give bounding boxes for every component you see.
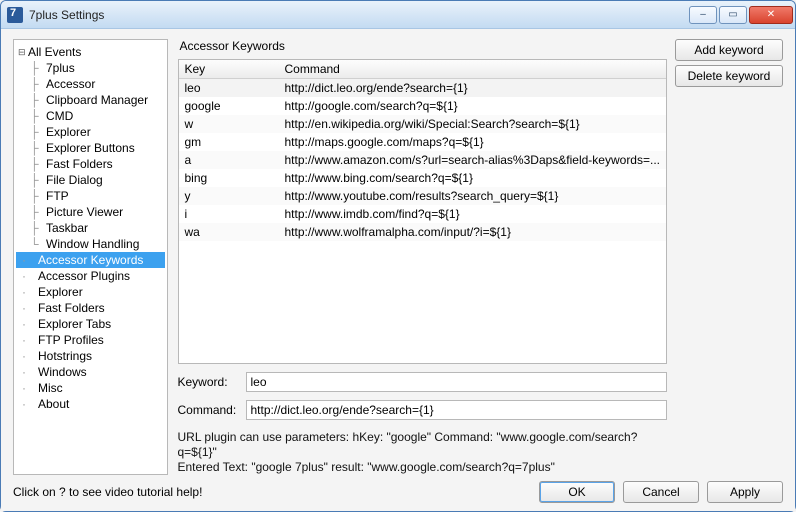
- cell-command: http://www.amazon.com/s?url=search-alias…: [285, 153, 661, 167]
- dialog-actions: OK Cancel Apply: [539, 481, 783, 503]
- window-title: 7plus Settings: [29, 8, 687, 22]
- help-hint: Click on ? to see video tutorial help!: [13, 485, 539, 499]
- ok-button[interactable]: OK: [539, 481, 615, 503]
- cell-command: http://www.bing.com/search?q=${1}: [285, 171, 661, 185]
- header-command[interactable]: Command: [285, 62, 661, 76]
- table-row[interactable]: ahttp://www.amazon.com/s?url=search-alia…: [179, 151, 667, 169]
- cell-key: bing: [185, 171, 285, 185]
- hint-text: URL plugin can use parameters: hKey: "go…: [178, 430, 668, 475]
- tree-item[interactable]: · Windows: [16, 364, 165, 380]
- tree-item[interactable]: · Explorer Tabs: [16, 316, 165, 332]
- tree-child[interactable]: ├ Explorer Buttons: [16, 140, 165, 156]
- cell-key: a: [185, 153, 285, 167]
- keyword-row: Keyword:: [178, 372, 668, 392]
- cell-command: http://maps.google.com/maps?q=${1}: [285, 135, 661, 149]
- cell-key: i: [185, 207, 285, 221]
- keyword-input[interactable]: [246, 372, 668, 392]
- cell-key: gm: [185, 135, 285, 149]
- table-row[interactable]: googlehttp://google.com/search?q=${1}: [179, 97, 667, 115]
- app-icon: [7, 7, 23, 23]
- tree-item[interactable]: · Accessor Keywords: [16, 252, 165, 268]
- cell-key: wa: [185, 225, 285, 239]
- tree-child[interactable]: ├ Fast Folders: [16, 156, 165, 172]
- titlebar[interactable]: 7plus Settings – ▭ ✕: [1, 1, 795, 29]
- command-label: Command:: [178, 403, 246, 417]
- tree-child[interactable]: ├ CMD: [16, 108, 165, 124]
- tree-item[interactable]: · Hotstrings: [16, 348, 165, 364]
- settings-tree[interactable]: ⊟ All Events ├ 7plus├ Accessor├ Clipboar…: [13, 39, 168, 475]
- window-buttons: – ▭ ✕: [687, 6, 793, 24]
- table-row[interactable]: yhttp://www.youtube.com/results?search_q…: [179, 187, 667, 205]
- side-buttons: Add keyword Delete keyword: [675, 39, 783, 475]
- minimize-button[interactable]: –: [689, 6, 717, 24]
- tree-child[interactable]: ├ File Dialog: [16, 172, 165, 188]
- tree-item[interactable]: · FTP Profiles: [16, 332, 165, 348]
- cell-key: w: [185, 117, 285, 131]
- cell-key: y: [185, 189, 285, 203]
- add-keyword-button[interactable]: Add keyword: [675, 39, 783, 61]
- tree-child[interactable]: ├ FTP: [16, 188, 165, 204]
- cell-key: leo: [185, 81, 285, 95]
- cancel-button[interactable]: Cancel: [623, 481, 699, 503]
- table-row[interactable]: ihttp://www.imdb.com/find?q=${1}: [179, 205, 667, 223]
- tree-item[interactable]: · Fast Folders: [16, 300, 165, 316]
- cell-key: google: [185, 99, 285, 113]
- table-row[interactable]: wahttp://www.wolframalpha.com/input/?i=$…: [179, 223, 667, 241]
- tree-root[interactable]: ⊟ All Events: [16, 44, 165, 60]
- keyword-label: Keyword:: [178, 375, 246, 389]
- tree-item[interactable]: · Accessor Plugins: [16, 268, 165, 284]
- cell-command: http://www.youtube.com/results?search_qu…: [285, 189, 661, 203]
- settings-window: 7plus Settings – ▭ ✕ ⊟ All Events ├ 7plu…: [0, 0, 796, 512]
- cell-command: http://google.com/search?q=${1}: [285, 99, 661, 113]
- client-area: ⊟ All Events ├ 7plus├ Accessor├ Clipboar…: [1, 29, 795, 511]
- table-row[interactable]: whttp://en.wikipedia.org/wiki/Special:Se…: [179, 115, 667, 133]
- collapse-icon[interactable]: ⊟: [18, 44, 28, 60]
- cell-command: http://en.wikipedia.org/wiki/Special:Sea…: [285, 117, 661, 131]
- right-panel: Accessor Keywords Key Command leohttp://…: [178, 39, 784, 475]
- tree-item[interactable]: · Explorer: [16, 284, 165, 300]
- table-row[interactable]: binghttp://www.bing.com/search?q=${1}: [179, 169, 667, 187]
- table-row[interactable]: gmhttp://maps.google.com/maps?q=${1}: [179, 133, 667, 151]
- tree-child[interactable]: ├ Explorer: [16, 124, 165, 140]
- command-input[interactable]: [246, 400, 668, 420]
- tree-child[interactable]: ├ Clipboard Manager: [16, 92, 165, 108]
- tree-item[interactable]: · Misc: [16, 380, 165, 396]
- cell-command: http://www.imdb.com/find?q=${1}: [285, 207, 661, 221]
- tree-child[interactable]: ├ Picture Viewer: [16, 204, 165, 220]
- cell-command: http://dict.leo.org/ende?search={1}: [285, 81, 661, 95]
- apply-button[interactable]: Apply: [707, 481, 783, 503]
- header-key[interactable]: Key: [185, 62, 285, 76]
- tree-child[interactable]: └ Window Handling: [16, 236, 165, 252]
- maximize-button[interactable]: ▭: [719, 6, 747, 24]
- command-row: Command:: [178, 400, 668, 420]
- close-button[interactable]: ✕: [749, 6, 793, 24]
- footer: Click on ? to see video tutorial help! O…: [13, 481, 783, 503]
- cell-command: http://www.wolframalpha.com/input/?i=${1…: [285, 225, 661, 239]
- section-title: Accessor Keywords: [180, 39, 668, 53]
- table-header: Key Command: [179, 60, 667, 79]
- tree-child[interactable]: ├ Accessor: [16, 76, 165, 92]
- table-row[interactable]: leohttp://dict.leo.org/ende?search={1}: [179, 79, 667, 97]
- tree-item[interactable]: · About: [16, 396, 165, 412]
- keywords-table[interactable]: Key Command leohttp://dict.leo.org/ende?…: [178, 59, 668, 364]
- tree-child[interactable]: ├ 7plus: [16, 60, 165, 76]
- delete-keyword-button[interactable]: Delete keyword: [675, 65, 783, 87]
- tree-child[interactable]: ├ Taskbar: [16, 220, 165, 236]
